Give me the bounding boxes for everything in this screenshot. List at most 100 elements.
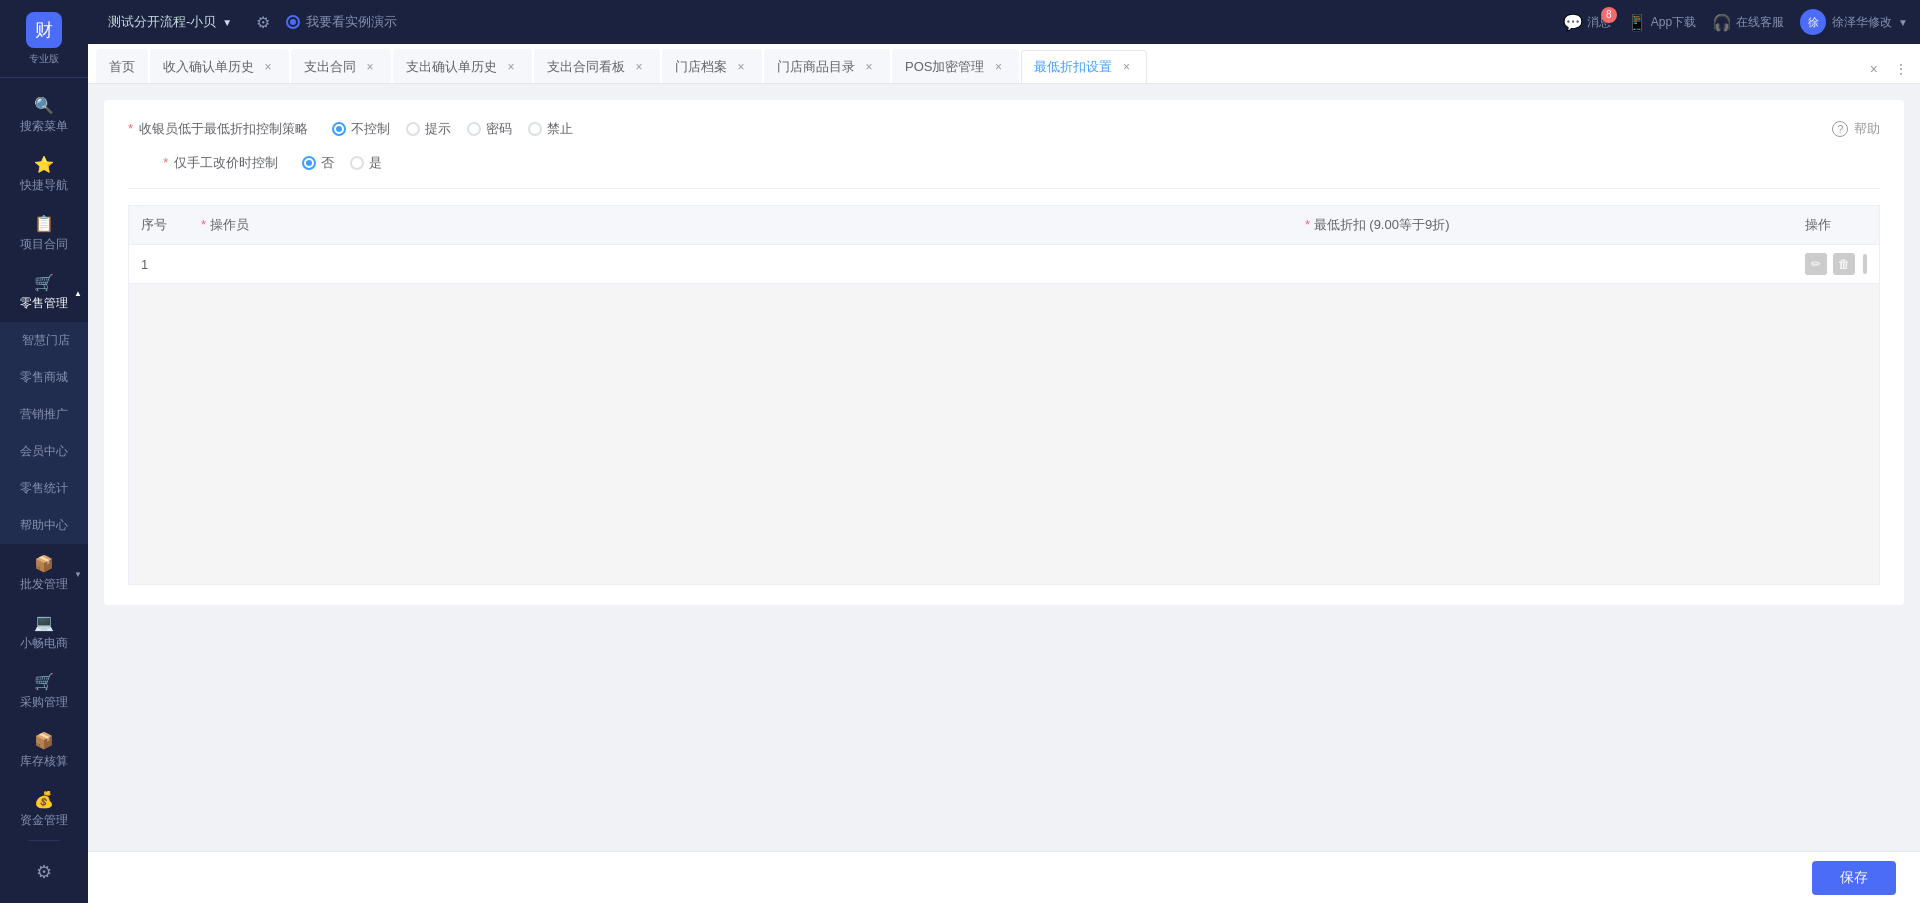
tab-close-icon[interactable]: × bbox=[260, 59, 276, 75]
tab-close-icon[interactable]: × bbox=[990, 59, 1006, 75]
tab-min-discount[interactable]: 最低折扣设置 × bbox=[1021, 50, 1147, 84]
sidebar-item-ecommerce[interactable]: 💻 小畅电商 bbox=[0, 603, 88, 662]
tab-label: 最低折扣设置 bbox=[1034, 58, 1112, 76]
sidebar-item-label: 帮助中心 bbox=[20, 517, 68, 534]
sidebar-item-marketing[interactable]: 营销推广 bbox=[0, 396, 88, 433]
help-icon[interactable]: ? 帮助 bbox=[1832, 120, 1880, 138]
tab-expense-contract[interactable]: 支出合同 × bbox=[291, 49, 391, 83]
sidebar-item-project[interactable]: 📋 项目合同 bbox=[0, 204, 88, 263]
close-tab-icon[interactable]: × bbox=[1866, 59, 1882, 79]
download-icon: 📱 bbox=[1627, 13, 1647, 32]
page-content: * 收银员低于最低折扣控制策略 不控制 提示 bbox=[88, 84, 1920, 851]
user-name: 徐泽华修改 bbox=[1832, 14, 1892, 31]
sidebar-item-purchase[interactable]: 🛒 采购管理 bbox=[0, 662, 88, 721]
tab-menu-icon[interactable]: ⋮ bbox=[1890, 59, 1912, 79]
control-strategy-radios: 不控制 提示 密码 禁止 bbox=[332, 120, 573, 138]
sidebar: 财 专业版 🔍 搜索菜单 ⭐ 快捷导航 📋 项目合同 🛒 零售管理 ▲ 智慧门店 bbox=[0, 0, 88, 903]
sidebar-item-finance[interactable]: 💰 资金管理 bbox=[0, 780, 88, 839]
tab-close-icon[interactable]: × bbox=[1118, 59, 1134, 75]
cell-operator bbox=[189, 245, 1293, 284]
sidebar-item-retail[interactable]: 🛒 零售管理 ▲ bbox=[0, 263, 88, 322]
tab-close-icon[interactable]: × bbox=[733, 59, 749, 75]
sidebar-item-wholesale[interactable]: 📦 批发管理 ▼ bbox=[0, 544, 88, 603]
tab-home[interactable]: 首页 bbox=[96, 49, 148, 83]
cell-index: 1 bbox=[129, 245, 189, 284]
customer-service-button[interactable]: 🎧 在线客服 bbox=[1712, 13, 1784, 32]
col-header-discount: * 最低折扣 (9.00等于9折) bbox=[1293, 206, 1793, 245]
logo-icon: 财 bbox=[26, 12, 62, 48]
ecommerce-icon: 💻 bbox=[34, 613, 54, 632]
action-buttons: ✏ 🗑 bbox=[1805, 253, 1867, 275]
tab-close-icon[interactable]: × bbox=[631, 59, 647, 75]
table-empty-area bbox=[129, 284, 1879, 584]
sidebar-item-help[interactable]: 帮助中心 bbox=[0, 507, 88, 544]
demo-link[interactable]: 我要看实例演示 bbox=[286, 13, 397, 31]
tab-label: 首页 bbox=[109, 58, 135, 76]
tab-expense-board[interactable]: 支出合同看板 × bbox=[534, 49, 660, 83]
tab-pos-security[interactable]: POS加密管理 × bbox=[892, 49, 1019, 83]
radio-yes[interactable]: 是 bbox=[350, 154, 382, 172]
contract-icon: 📋 bbox=[34, 214, 54, 233]
message-icon: 💬 bbox=[1563, 13, 1583, 32]
manual-control-label: * 仅手工改价时控制 bbox=[128, 154, 278, 172]
radio-circle bbox=[350, 156, 364, 170]
radio-forbid[interactable]: 禁止 bbox=[528, 120, 573, 138]
chevron-down-icon: ▼ bbox=[222, 17, 232, 28]
edit-button[interactable]: ✏ bbox=[1805, 253, 1827, 275]
project-name: 测试分开流程-小贝 bbox=[108, 13, 216, 31]
control-strategy-row: * 收银员低于最低折扣控制策略 不控制 提示 bbox=[128, 120, 1880, 138]
sidebar-item-member[interactable]: 会员中心 bbox=[0, 433, 88, 470]
tab-label: 支出合同 bbox=[304, 58, 356, 76]
manual-control-row: * 仅手工改价时控制 否 是 bbox=[128, 154, 1880, 172]
app-edition: 专业版 bbox=[29, 52, 59, 65]
cell-discount bbox=[1293, 245, 1793, 284]
settings-icon[interactable]: ⚙ bbox=[28, 853, 60, 891]
sidebar-item-quicknav[interactable]: ⭐ 快捷导航 bbox=[0, 145, 88, 204]
star-icon: ⭐ bbox=[34, 155, 54, 174]
tab-close-icon[interactable]: × bbox=[861, 59, 877, 75]
sidebar-item-label: 会员中心 bbox=[20, 443, 68, 460]
radio-password[interactable]: 密码 bbox=[467, 120, 512, 138]
sidebar-item-retail-mall[interactable]: 零售商城 bbox=[0, 359, 88, 396]
chevron-down-icon: ▼ bbox=[74, 569, 82, 578]
sidebar-item-label: 快捷导航 bbox=[20, 177, 68, 194]
inventory-icon: 📦 bbox=[34, 731, 54, 750]
tab-close-icon[interactable]: × bbox=[362, 59, 378, 75]
finance-icon: 💰 bbox=[34, 790, 54, 809]
app-download-button[interactable]: 📱 App下载 bbox=[1627, 13, 1696, 32]
demo-text: 我要看实例演示 bbox=[306, 13, 397, 31]
tab-label: POS加密管理 bbox=[905, 58, 984, 76]
user-menu[interactable]: 徐 徐泽华修改 ▼ bbox=[1800, 9, 1908, 35]
sidebar-item-retail-stats[interactable]: 零售统计 bbox=[0, 470, 88, 507]
tab-expense-history[interactable]: 支出确认单历史 × bbox=[393, 49, 532, 83]
manual-control-radios: 否 是 bbox=[302, 154, 382, 172]
radio-circle bbox=[302, 156, 316, 170]
sidebar-item-inventory[interactable]: 📦 库存核算 bbox=[0, 721, 88, 780]
delete-button[interactable]: 🗑 bbox=[1833, 253, 1855, 275]
radio-circle bbox=[406, 122, 420, 136]
wholesale-icon: 📦 bbox=[34, 554, 54, 573]
scroll-indicator bbox=[1863, 254, 1867, 274]
tab-income-history[interactable]: 收入确认单历史 × bbox=[150, 49, 289, 83]
radio-no[interactable]: 否 bbox=[302, 154, 334, 172]
tab-store-catalog[interactable]: 门店商品目录 × bbox=[764, 49, 890, 83]
sidebar-item-label: 零售统计 bbox=[20, 480, 68, 497]
sidebar-item-label: 资金管理 bbox=[20, 812, 68, 829]
tab-close-icon[interactable]: × bbox=[503, 59, 519, 75]
avatar: 徐 bbox=[1800, 9, 1826, 35]
sidebar-item-smart-store[interactable]: 智慧门店 bbox=[0, 322, 88, 359]
save-button[interactable]: 保存 bbox=[1812, 861, 1896, 895]
sidebar-item-label: 采购管理 bbox=[20, 694, 68, 711]
sidebar-item-search[interactable]: 🔍 搜索菜单 bbox=[0, 86, 88, 145]
col-header-action: 操作 bbox=[1793, 206, 1879, 245]
headset-icon: 🎧 bbox=[1712, 13, 1732, 32]
radio-no-control[interactable]: 不控制 bbox=[332, 120, 390, 138]
radio-prompt[interactable]: 提示 bbox=[406, 120, 451, 138]
tab-store-file[interactable]: 门店档案 × bbox=[662, 49, 762, 83]
topbar-settings-icon[interactable]: ⚙ bbox=[252, 9, 274, 36]
table-header-row: 序号 * 操作员 * 最低折扣 (9.00等于9折) 操作 bbox=[129, 206, 1879, 245]
demo-dot-icon bbox=[286, 15, 300, 29]
project-selector[interactable]: 测试分开流程-小贝 ▼ bbox=[100, 9, 240, 35]
sidebar-item-label: 智慧门店 bbox=[22, 332, 70, 349]
messages-button[interactable]: 💬 消息 8 bbox=[1563, 13, 1611, 32]
